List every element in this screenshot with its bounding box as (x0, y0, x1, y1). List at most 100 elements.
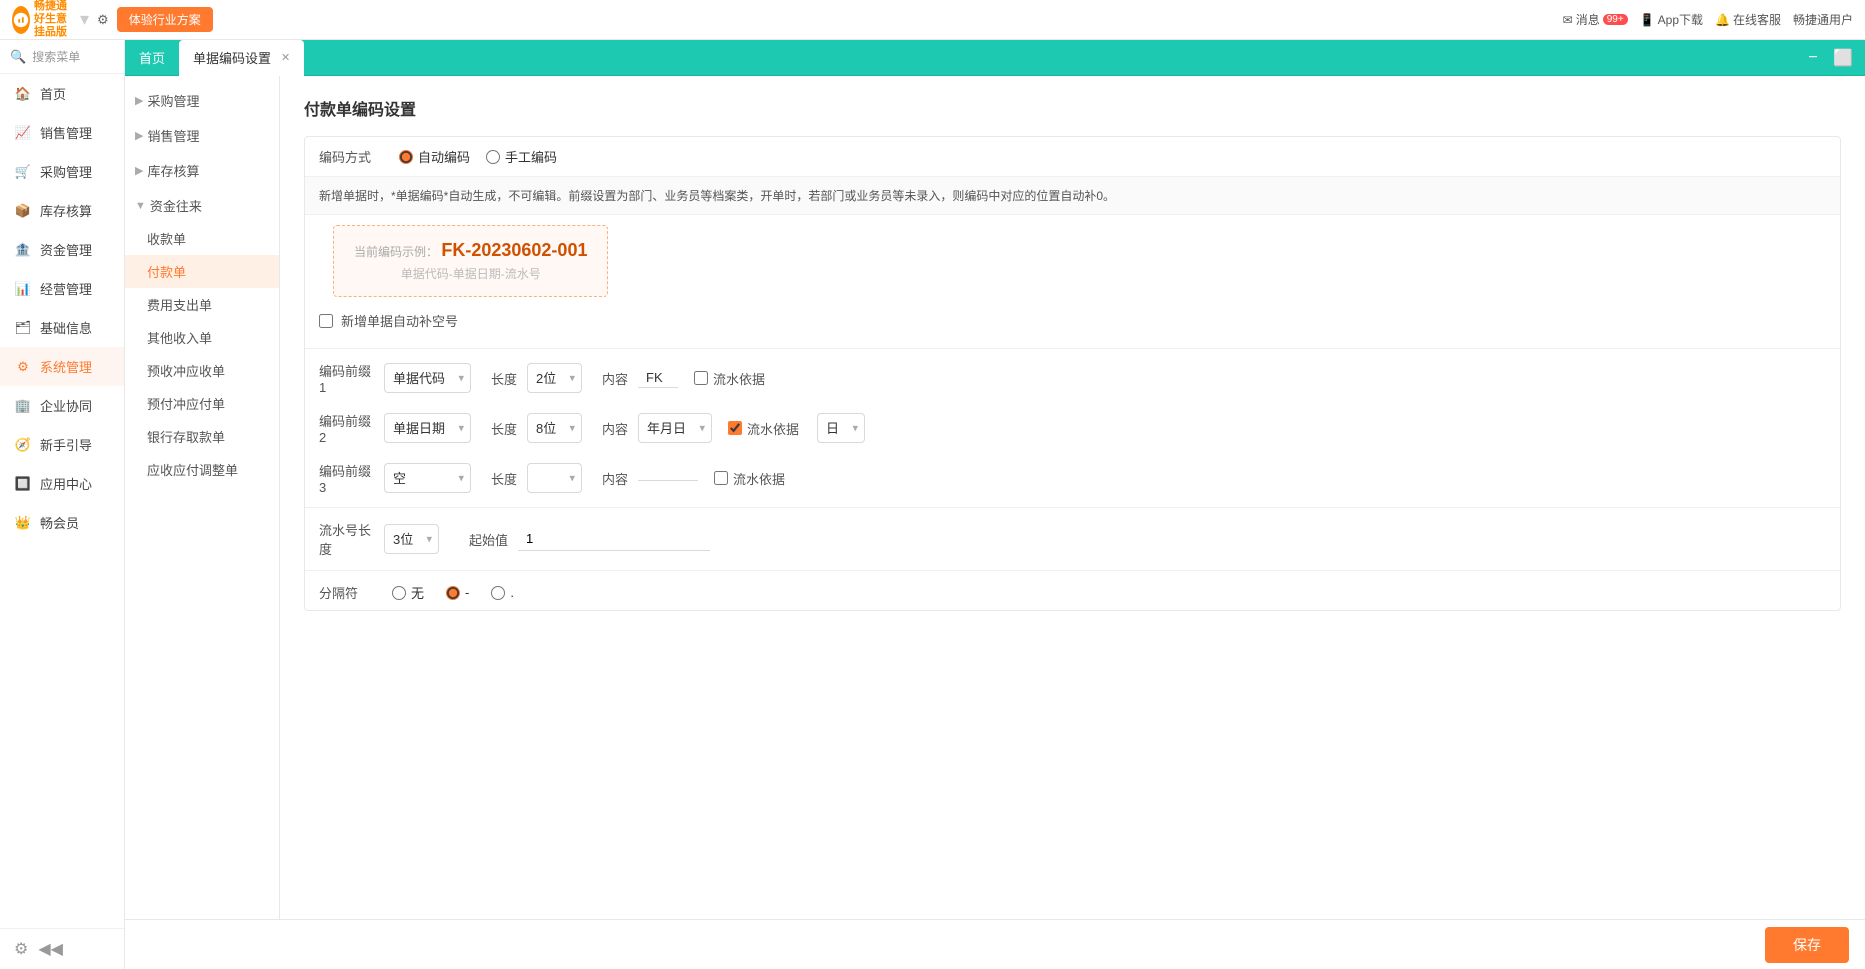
prefix2-content-wrapper[interactable]: 年月日 年月 年 (638, 413, 712, 443)
tab-close-icon[interactable]: ✕ (281, 51, 290, 64)
settings-icon[interactable]: ⚙ (97, 12, 109, 28)
left-menu-purchase-title[interactable]: ▶ 采购管理 (125, 84, 279, 117)
purchase-icon: 🛒 (14, 163, 32, 181)
encoding-method-row: 编码方式 自动编码 手工编码 (305, 137, 1840, 177)
left-menu-item-advance-pay[interactable]: 预付冲应付单 (125, 387, 279, 420)
prefix1-select-wrapper[interactable]: 单据代码 单据日期 空 (384, 363, 471, 393)
online-service-label: 在线客服 (1733, 11, 1781, 28)
sidebar-item-inventory[interactable]: 📦 库存核算 (0, 191, 124, 230)
message-icon-group[interactable]: ✉ 消息 99+ (1563, 11, 1628, 28)
prefix2-date-unit-select[interactable]: 日 月 年 (817, 413, 865, 443)
page-title: 付款单编码设置 (304, 96, 1841, 120)
sidebar-item-apps[interactable]: 🔲 应用中心 (0, 464, 124, 503)
user-name: 畅捷通用户 (1793, 11, 1853, 28)
prefix2-date-unit-wrapper[interactable]: 日 月 年 (817, 413, 865, 443)
prefix1-stream-checkbox[interactable] (694, 371, 708, 385)
left-menu-item-ap-adj[interactable]: 应收应付调整单 (125, 453, 279, 486)
start-value-input[interactable] (518, 527, 710, 551)
prefix3-length-wrapper[interactable]: 2位 4位 (527, 463, 582, 493)
auto-encode-radio[interactable] (399, 150, 413, 164)
prefix3-content-value (638, 476, 698, 481)
sidebar-collapse-btn[interactable]: ◀◀ (38, 939, 63, 959)
prefix3-select[interactable]: 空 单据代码 单据日期 (384, 463, 471, 493)
separator-none-option[interactable]: 无 (392, 583, 424, 602)
prefix1-select[interactable]: 单据代码 单据日期 空 (384, 363, 471, 393)
serial-length-select[interactable]: 3位 4位 5位 (384, 524, 439, 554)
prefix1-length-select[interactable]: 2位 3位 4位 (527, 363, 582, 393)
encoding-description: 新增单据时，*单据编码*自动生成，不可编辑。前缀设置为部门、业务员等档案类，开单… (305, 177, 1840, 215)
sidebar-item-home[interactable]: 🏠 首页 (0, 74, 124, 113)
preview-code: FK-20230602-001 (441, 240, 587, 260)
left-menu-item-bank[interactable]: 银行存取款单 (125, 420, 279, 453)
sidebar-item-finance[interactable]: 🏦 资金管理 (0, 230, 124, 269)
prefix3-row: 编码前缀3 空 单据代码 单据日期 长度 2位 4位 (305, 453, 1840, 503)
sidebar-item-operation[interactable]: 📊 经营管理 (0, 269, 124, 308)
tab-maximize-btn[interactable]: ⬜ (1831, 46, 1855, 70)
sidebar-item-guide[interactable]: 🧭 新手引导 (0, 425, 124, 464)
experience-button[interactable]: 体验行业方案 (117, 7, 213, 32)
prefix2-label: 编码前缀2 (319, 411, 374, 445)
separator-none-radio[interactable] (392, 586, 406, 600)
tab-serial[interactable]: 单据编码设置 ✕ (179, 40, 304, 76)
sidebar-item-base[interactable]: 🗂 基础信息 (0, 308, 124, 347)
sidebar-item-system[interactable]: ⚙ 系统管理 (0, 347, 124, 386)
divider-3 (305, 570, 1840, 571)
prefix2-stream-group: 流水依据 (728, 419, 799, 438)
preview-label: 当前编码示例： FK-20230602-001 (354, 240, 587, 261)
tab-minimize-btn[interactable]: − (1801, 46, 1825, 70)
app-logo-text: 畅捷通好生意 挂品版 (34, 0, 72, 39)
left-menu-item-advance-recv[interactable]: 预收冲应收单 (125, 354, 279, 387)
prefix3-length-label: 长度 (491, 469, 517, 488)
tab-home[interactable]: 首页 (125, 40, 179, 76)
message-badge: 99+ (1603, 14, 1628, 25)
prefix2-select[interactable]: 单据日期 单据代码 空 (384, 413, 471, 443)
prefix2-content-select[interactable]: 年月日 年月 年 (638, 413, 712, 443)
sidebar-settings-btn[interactable]: ⚙ (14, 939, 28, 959)
prefix2-length-select[interactable]: 8位 4位 6位 (527, 413, 582, 443)
chevron-right-icon: ▶ (135, 129, 143, 142)
prefix3-length-select[interactable]: 2位 4位 (527, 463, 582, 493)
auto-encode-option[interactable]: 自动编码 (399, 147, 470, 166)
prefix3-stream-label: 流水依据 (733, 469, 785, 488)
user-info[interactable]: 畅捷通用户 (1793, 11, 1853, 28)
separator-dot-option[interactable]: . (491, 585, 514, 600)
separator-dot-radio[interactable] (491, 586, 505, 600)
prefix3-stream-checkbox[interactable] (714, 471, 728, 485)
sidebar-item-label: 畅会员 (40, 513, 79, 532)
left-menu-sales-title[interactable]: ▶ 销售管理 (125, 119, 279, 152)
save-button[interactable]: 保存 (1765, 927, 1849, 963)
sidebar-item-member[interactable]: 👑 畅会员 (0, 503, 124, 542)
left-menu-item-expense[interactable]: 费用支出单 (125, 288, 279, 321)
manual-encode-option[interactable]: 手工编码 (486, 147, 557, 166)
sidebar-item-purchase[interactable]: 🛒 采购管理 (0, 152, 124, 191)
left-menu-group-label: 资金往来 (150, 196, 202, 215)
auto-fill-checkbox[interactable] (319, 314, 333, 328)
sidebar-search[interactable]: 🔍 搜索菜单 (0, 40, 124, 74)
auto-fill-row: 新增单据自动补空号 (305, 311, 1840, 344)
separator-dash-option[interactable]: - (446, 585, 469, 600)
sidebar-menu: 🏠 首页 📈 销售管理 🛒 采购管理 📦 库存核算 🏦 资金管理 📊 经营管理 … (0, 74, 124, 928)
left-menu-capital-title[interactable]: ▼ 资金往来 (125, 189, 279, 222)
separator-dash-radio[interactable] (446, 586, 460, 600)
serial-length-wrapper[interactable]: 3位 4位 5位 (384, 524, 439, 554)
corp-icon: 🏢 (14, 397, 32, 415)
sidebar-item-corp[interactable]: 🏢 企业协同 (0, 386, 124, 425)
prefix2-select-wrapper[interactable]: 单据日期 单据代码 空 (384, 413, 471, 443)
right-panel: 付款单编码设置 编码方式 自动编码 手工编码 (280, 76, 1865, 919)
sidebar-item-sales[interactable]: 📈 销售管理 (0, 113, 124, 152)
app-download-link[interactable]: 📱 App下载 (1640, 11, 1703, 28)
left-menu-item-other-income[interactable]: 其他收入单 (125, 321, 279, 354)
preview-box: 当前编码示例： FK-20230602-001 单据代码-单据日期-流水号 (333, 225, 608, 297)
left-menu-item-payment[interactable]: 付款单 (125, 255, 279, 288)
prefix2-length-wrapper[interactable]: 8位 4位 6位 (527, 413, 582, 443)
sidebar-bottom: ⚙ ◀◀ (0, 928, 124, 969)
sidebar-item-label: 库存核算 (40, 201, 92, 220)
prefix1-length-wrapper[interactable]: 2位 3位 4位 (527, 363, 582, 393)
left-menu-item-receipts[interactable]: 收款单 (125, 222, 279, 255)
online-service-link[interactable]: 🔔 在线客服 (1715, 11, 1781, 28)
prefix2-stream-checkbox[interactable] (728, 421, 742, 435)
manual-encode-radio[interactable] (486, 150, 500, 164)
nav-expand-icon[interactable]: ▾ (80, 9, 89, 30)
prefix3-select-wrapper[interactable]: 空 单据代码 单据日期 (384, 463, 471, 493)
left-menu-inventory-title[interactable]: ▶ 库存核算 (125, 154, 279, 187)
